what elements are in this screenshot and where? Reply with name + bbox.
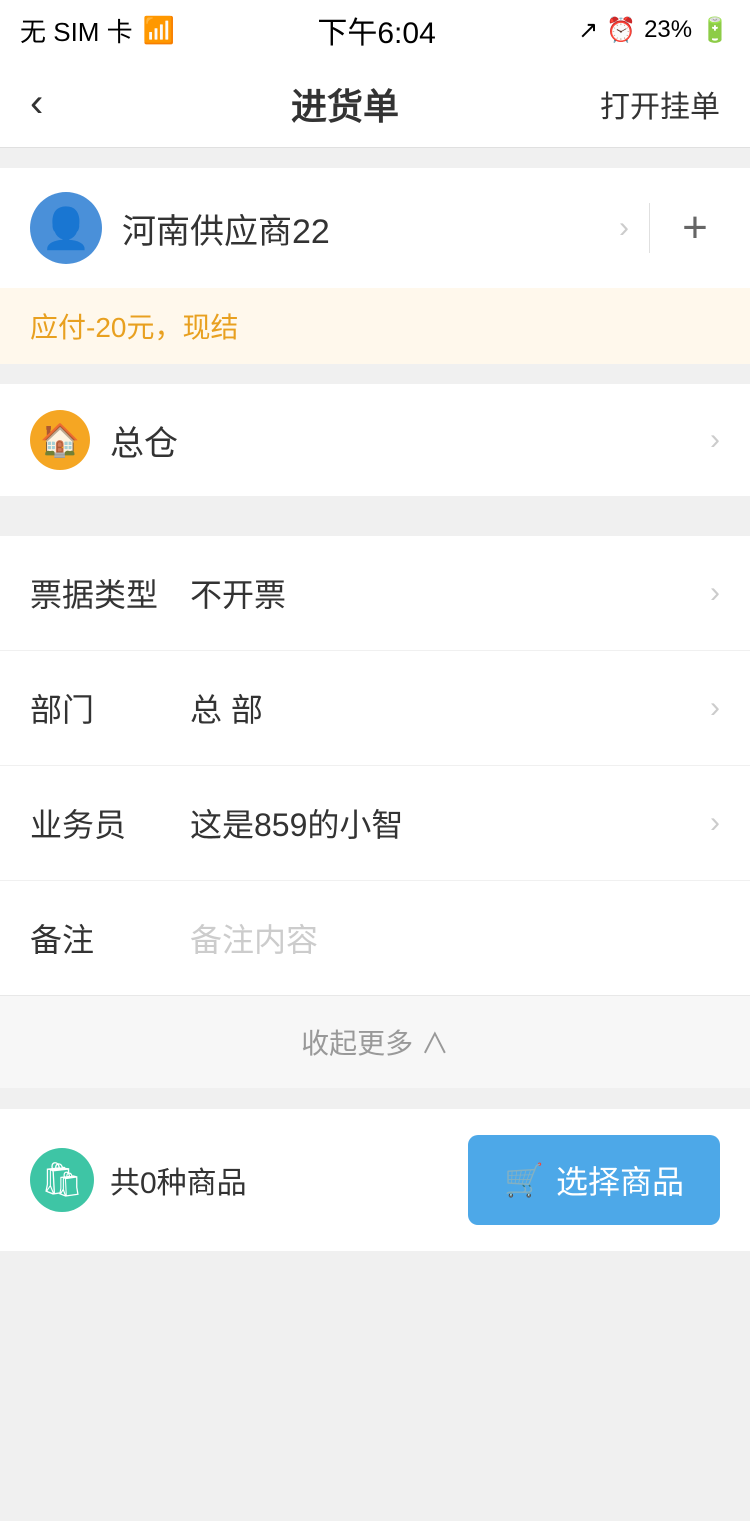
notice-row: 应付-20元，现结	[0, 288, 750, 364]
remark-label: 备注	[30, 915, 170, 961]
status-left: 无 SIM 卡 📶	[20, 12, 175, 49]
cart-add-icon: 🛒	[504, 1161, 544, 1199]
status-right: ↗ ⏰ 23% 🔋	[578, 16, 730, 45]
salesperson-value: 这是859的小智	[170, 800, 710, 846]
section-gap-4	[0, 1088, 750, 1108]
collapse-row[interactable]: 收起更多 ∧	[0, 995, 750, 1088]
avatar: 👤	[30, 192, 102, 264]
user-icon: 👤	[41, 205, 91, 252]
wifi-icon: 📶	[143, 15, 175, 46]
notice-text: 应付-20元，现结	[30, 312, 238, 343]
form-sections: 票据类型 不开票 › 部门 总 部 › 业务员 这是859的小智 › 备注 备注…	[0, 536, 750, 995]
location-icon: ↗	[578, 16, 598, 45]
department-value: 总 部	[170, 685, 710, 731]
chevron-right-icon: ›	[710, 691, 720, 725]
nav-bar: ‹ 进货单 打开挂单	[0, 60, 750, 148]
chevron-right-icon: ›	[710, 423, 720, 457]
status-bar: 无 SIM 卡 📶 下午6:04 ↗ ⏰ 23% 🔋	[0, 0, 750, 60]
ticket-type-row[interactable]: 票据类型 不开票 ›	[0, 536, 750, 650]
supplier-name: 河南供应商22	[122, 204, 619, 253]
ticket-type-value: 不开票	[170, 570, 710, 616]
alarm-icon: ⏰	[606, 16, 636, 45]
ticket-type-label: 票据类型	[30, 570, 170, 616]
status-time: 下午6:04	[317, 8, 435, 52]
warehouse-icon-wrap: 🏠	[30, 410, 90, 470]
department-label: 部门	[30, 685, 170, 731]
product-cart-icon: 🛍	[40, 1160, 83, 1200]
section-gap-2	[0, 364, 750, 384]
product-count-text: 共0种商品	[110, 1158, 247, 1202]
carrier-text: 无 SIM 卡	[20, 12, 133, 49]
supplier-section: 👤 河南供应商22 › + 应付-20元，现结	[0, 168, 750, 364]
remark-input[interactable]: 备注内容	[170, 915, 720, 961]
supplier-row[interactable]: 👤 河南供应商22 › +	[0, 168, 750, 288]
chevron-right-icon: ›	[710, 806, 720, 840]
warehouse-row[interactable]: 🏠 总仓 ›	[0, 384, 750, 496]
page-title: 进货单	[291, 78, 399, 130]
section-gap-3	[0, 496, 750, 516]
divider	[649, 203, 650, 253]
collapse-text: 收起更多 ∧	[301, 1022, 449, 1062]
chevron-right-icon: ›	[619, 211, 629, 245]
battery-icon: 🔋	[700, 16, 730, 45]
bottom-bar: 🛍 共0种商品 🛒 选择商品	[0, 1108, 750, 1251]
salesperson-label: 业务员	[30, 800, 170, 846]
department-row[interactable]: 部门 总 部 ›	[0, 650, 750, 765]
battery-text: 23%	[644, 16, 692, 44]
section-gap-1	[0, 148, 750, 168]
remark-row[interactable]: 备注 备注内容	[0, 880, 750, 995]
warehouse-icon: 🏠	[40, 421, 80, 459]
add-supplier-button[interactable]: +	[670, 203, 720, 253]
warehouse-name: 总仓	[110, 416, 710, 465]
salesperson-row[interactable]: 业务员 这是859的小智 ›	[0, 765, 750, 880]
open-pending-button[interactable]: 打开挂单	[600, 82, 720, 126]
page-footer-bg	[0, 1251, 750, 1521]
product-count-wrap: 🛍 共0种商品	[30, 1148, 247, 1212]
chevron-right-icon: ›	[710, 576, 720, 610]
product-icon-wrap: 🛍	[30, 1148, 94, 1212]
select-btn-label: 选择商品	[556, 1157, 684, 1203]
select-product-button[interactable]: 🛒 选择商品	[468, 1135, 720, 1225]
back-button[interactable]: ‹	[30, 81, 90, 126]
